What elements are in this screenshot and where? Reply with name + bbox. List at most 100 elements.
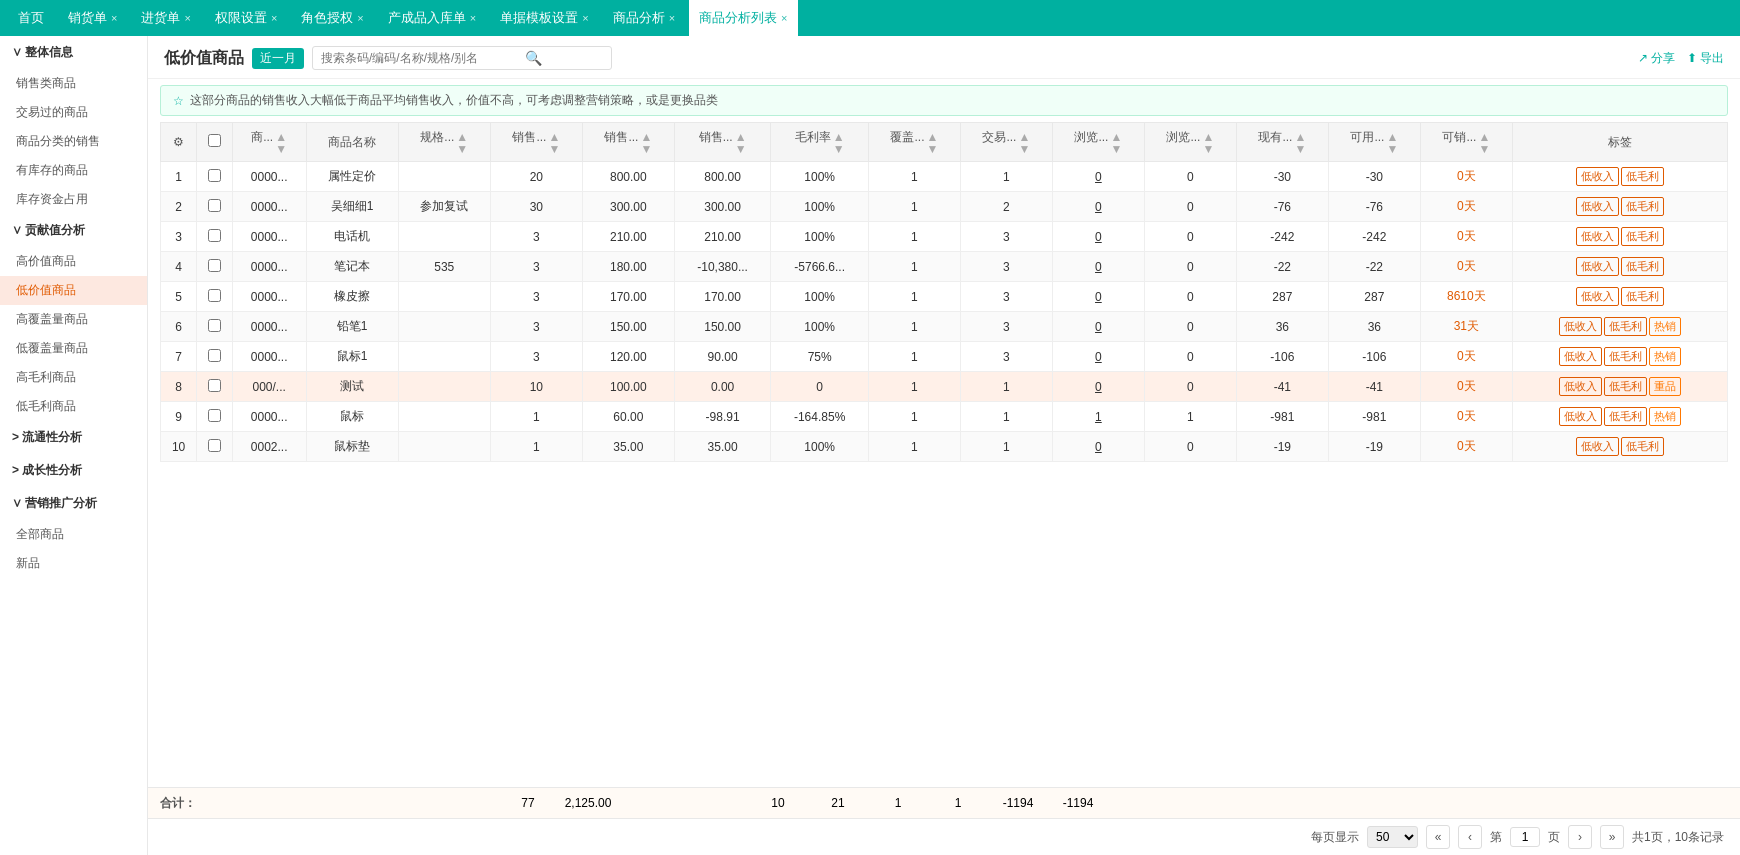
row-checkbox[interactable] <box>208 259 221 272</box>
sidebar-item[interactable]: 销售类商品 <box>0 69 147 98</box>
cell-num: 6 <box>161 312 197 342</box>
col-header-cover[interactable]: 覆盖...▲▼ <box>868 123 960 162</box>
cell-available: 287 <box>1328 282 1420 312</box>
nav-item[interactable]: 产成品入库单× <box>378 0 486 36</box>
browse-link[interactable]: 0 <box>1095 440 1102 454</box>
page-size-select[interactable]: 102050100 <box>1367 826 1418 848</box>
sidebar-item[interactable]: 商品分类的销售 <box>0 127 147 156</box>
col-header-tags[interactable]: 标签 <box>1512 123 1727 162</box>
row-checkbox[interactable] <box>208 379 221 392</box>
select-all-checkbox[interactable] <box>208 134 221 147</box>
col-header-code[interactable]: 商...▲▼ <box>232 123 306 162</box>
table-row: 100002...鼠标垫135.0035.00100%1100-19-190天低… <box>161 432 1728 462</box>
period-tag-button[interactable]: 近一月 <box>252 48 304 69</box>
sidebar-item[interactable]: 新品 <box>0 549 147 578</box>
nav-item[interactable]: 权限设置× <box>205 0 287 36</box>
page-size-label: 每页显示 <box>1311 829 1359 846</box>
browse-link[interactable]: 0 <box>1095 320 1102 334</box>
sidebar-item[interactable]: 库存资金占用 <box>0 185 147 214</box>
browse-link[interactable]: 0 <box>1095 200 1102 214</box>
browse-link[interactable]: 0 <box>1095 290 1102 304</box>
close-icon[interactable]: × <box>582 12 588 24</box>
tag-badge: 低收入 <box>1576 257 1619 276</box>
cell-browse1: 0 <box>1052 252 1144 282</box>
sidebar-item[interactable]: 低毛利商品 <box>0 392 147 421</box>
col-header-sales_price[interactable]: 销售...▲▼ <box>582 123 674 162</box>
sidebar-group-title[interactable]: ∨ 营销推广分析 <box>0 487 147 520</box>
tag-badge: 低收入 <box>1576 287 1619 306</box>
browse-link[interactable]: 0 <box>1095 230 1102 244</box>
col-header-gross_rate[interactable]: 毛利率▲▼ <box>771 123 869 162</box>
browse-link[interactable]: 0 <box>1095 170 1102 184</box>
sort-arrows: ▲▼ <box>456 131 468 155</box>
export-button[interactable]: ⬆ 导出 <box>1687 50 1724 67</box>
col-header-browse2[interactable]: 浏览...▲▼ <box>1144 123 1236 162</box>
browse-link[interactable]: 0 <box>1095 380 1102 394</box>
row-checkbox[interactable] <box>208 169 221 182</box>
browse-link[interactable]: 0 <box>1095 350 1102 364</box>
close-icon[interactable]: × <box>271 12 277 24</box>
nav-item[interactable]: 销货单× <box>58 0 127 36</box>
col-header-saleable[interactable]: 可销...▲▼ <box>1420 123 1512 162</box>
col-header-spec[interactable]: 规格...▲▼ <box>398 123 490 162</box>
close-icon[interactable]: × <box>781 12 787 24</box>
page-arrow-next[interactable]: › <box>1568 825 1592 849</box>
col-header-sales_amount[interactable]: 销售...▲▼ <box>674 123 771 162</box>
col-header-checkbox[interactable] <box>197 123 233 162</box>
page-number-input[interactable] <box>1510 827 1540 847</box>
close-icon[interactable]: × <box>111 12 117 24</box>
col-header-name[interactable]: 商品名称 <box>306 123 398 162</box>
row-checkbox[interactable] <box>208 199 221 212</box>
nav-item[interactable]: 商品分析列表× <box>689 0 797 36</box>
nav-item[interactable]: 角色授权× <box>291 0 373 36</box>
close-icon[interactable]: × <box>184 12 190 24</box>
sort-arrows: ▲▼ <box>1386 131 1398 155</box>
sidebar-item[interactable]: 低覆盖量商品 <box>0 334 147 363</box>
sidebar-item[interactable]: 高覆盖量商品 <box>0 305 147 334</box>
sidebar-group-title[interactable]: ∨ 贡献值分析 <box>0 214 147 247</box>
col-header-browse1[interactable]: 浏览...▲▼ <box>1052 123 1144 162</box>
close-icon[interactable]: × <box>470 12 476 24</box>
share-button[interactable]: ↗ 分享 <box>1638 50 1675 67</box>
sidebar-group-title[interactable]: > 流通性分析 <box>0 421 147 454</box>
cell-browse1: 1 <box>1052 402 1144 432</box>
page-arrow-first[interactable]: « <box>1426 825 1450 849</box>
nav-item[interactable]: 首页 <box>8 0 54 36</box>
sidebar-item[interactable]: 高毛利商品 <box>0 363 147 392</box>
col-header-settings[interactable]: ⚙ <box>161 123 197 162</box>
row-checkbox[interactable] <box>208 349 221 362</box>
sidebar-item[interactable]: 低价值商品 <box>0 276 147 305</box>
nav-item[interactable]: 进货单× <box>131 0 200 36</box>
cell-checkbox <box>197 342 233 372</box>
sidebar-group-title[interactable]: ∨ 整体信息 <box>0 36 147 69</box>
sidebar-item[interactable]: 交易过的商品 <box>0 98 147 127</box>
close-icon[interactable]: × <box>669 12 675 24</box>
nav-item[interactable]: 单据模板设置× <box>490 0 598 36</box>
col-header-available[interactable]: 可用...▲▼ <box>1328 123 1420 162</box>
sidebar-item[interactable]: 有库存的商品 <box>0 156 147 185</box>
row-checkbox[interactable] <box>208 409 221 422</box>
row-checkbox[interactable] <box>208 439 221 452</box>
cell-code: 0000... <box>232 252 306 282</box>
col-header-trade[interactable]: 交易...▲▼ <box>960 123 1052 162</box>
page-arrow-prev[interactable]: ‹ <box>1458 825 1482 849</box>
close-icon[interactable]: × <box>357 12 363 24</box>
nav-item[interactable]: 商品分析× <box>603 0 685 36</box>
row-checkbox[interactable] <box>208 319 221 332</box>
browse-link[interactable]: 0 <box>1095 260 1102 274</box>
search-input[interactable] <box>321 51 521 65</box>
sidebar-item[interactable]: 高价值商品 <box>0 247 147 276</box>
row-checkbox[interactable] <box>208 229 221 242</box>
page-arrow-last[interactable]: » <box>1600 825 1624 849</box>
cell-trade: 1 <box>960 432 1052 462</box>
browse-link[interactable]: 1 <box>1095 410 1102 424</box>
sidebar-item[interactable]: 全部商品 <box>0 520 147 549</box>
col-header-sales_qty[interactable]: 销售...▲▼ <box>490 123 582 162</box>
search-icon[interactable]: 🔍 <box>525 50 542 66</box>
tag-badge: 低毛利 <box>1621 257 1664 276</box>
sidebar-group-label: ∨ 营销推广分析 <box>12 495 97 512</box>
col-header-current[interactable]: 现有...▲▼ <box>1236 123 1328 162</box>
row-checkbox[interactable] <box>208 289 221 302</box>
cell-browse1: 0 <box>1052 282 1144 312</box>
sidebar-group-title[interactable]: > 成长性分析 <box>0 454 147 487</box>
